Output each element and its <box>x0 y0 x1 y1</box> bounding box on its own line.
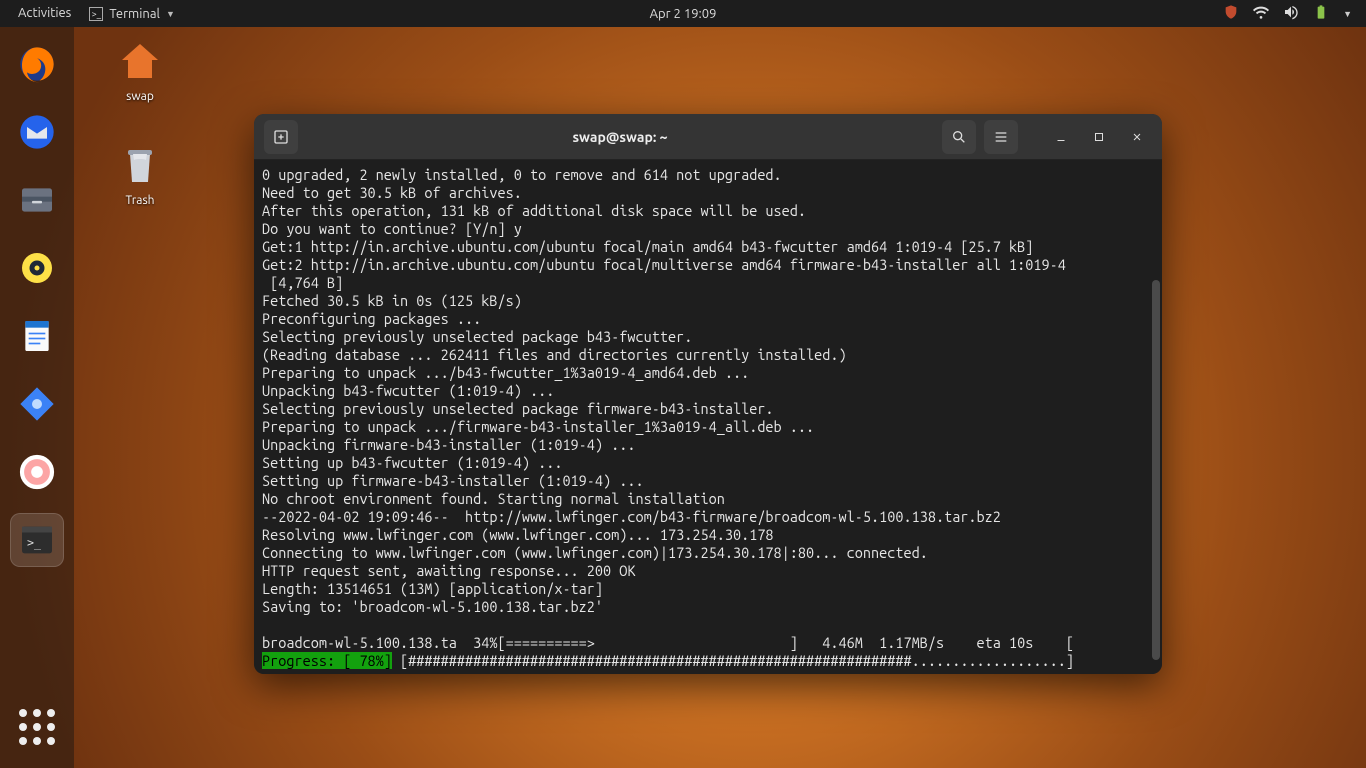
dock-files[interactable] <box>10 173 64 227</box>
minimize-button[interactable] <box>1046 120 1076 154</box>
volume-icon <box>1283 4 1299 23</box>
top-panel: Activities >_ Terminal ▼ Apr 2 19:09 ▼ <box>0 0 1366 27</box>
hamburger-menu-button[interactable] <box>984 120 1018 154</box>
search-icon <box>951 129 967 145</box>
plus-in-square-icon <box>273 129 289 145</box>
new-tab-button[interactable] <box>264 120 298 154</box>
dock-help[interactable] <box>10 445 64 499</box>
terminal-icon: >_ <box>89 7 103 21</box>
terminal-window: swap@swap: ~ 0 upgraded, 2 newly install… <box>254 114 1162 674</box>
close-button[interactable] <box>1122 120 1152 154</box>
wifi-icon <box>1253 4 1269 23</box>
terminal-output: 0 upgraded, 2 newly installed, 0 to remo… <box>262 166 1154 652</box>
terminal-body[interactable]: 0 upgraded, 2 newly installed, 0 to remo… <box>254 160 1162 674</box>
dock-rhythmbox[interactable] <box>10 241 64 295</box>
window-title: swap@swap: ~ <box>306 129 934 145</box>
menu-icon <box>993 129 1009 145</box>
app-menu[interactable]: >_ Terminal ▼ <box>79 7 185 21</box>
desktop-icon-label: swap <box>100 90 180 103</box>
dock-thunderbird[interactable] <box>10 105 64 159</box>
shield-icon <box>1223 4 1239 23</box>
svg-text:>_: >_ <box>27 536 42 550</box>
minimize-icon <box>1055 131 1067 143</box>
desktop-icon-trash[interactable]: Trash <box>100 142 180 207</box>
desktop-icon-label: Trash <box>100 194 180 207</box>
dock-writer[interactable] <box>10 309 64 363</box>
home-folder-icon <box>116 38 164 86</box>
scrollbar-thumb[interactable] <box>1152 280 1160 660</box>
apt-progress-label: Progress: [ 78%] <box>262 652 392 669</box>
apt-progress-bar: [#######################################… <box>392 652 1074 669</box>
battery-icon <box>1313 4 1329 23</box>
chevron-down-icon: ▼ <box>1343 9 1352 19</box>
dock-show-apps[interactable] <box>10 700 64 754</box>
trash-icon <box>116 142 164 190</box>
apps-grid-icon <box>19 709 55 745</box>
app-menu-label: Terminal <box>109 7 160 21</box>
close-icon <box>1131 131 1143 143</box>
maximize-button[interactable] <box>1084 120 1114 154</box>
activities-button[interactable]: Activities <box>10 0 79 27</box>
desktop-icon-swap[interactable]: swap <box>100 38 180 103</box>
system-status-area[interactable]: ▼ <box>1223 4 1366 23</box>
dock-terminal[interactable]: >_ <box>10 513 64 567</box>
dock-firefox[interactable] <box>10 37 64 91</box>
chevron-down-icon: ▼ <box>166 9 175 19</box>
maximize-icon <box>1093 131 1105 143</box>
search-button[interactable] <box>942 120 976 154</box>
clock[interactable]: Apr 2 19:09 <box>650 7 717 21</box>
terminal-titlebar[interactable]: swap@swap: ~ <box>254 114 1162 160</box>
dock-settings[interactable] <box>10 377 64 431</box>
dock: >_ <box>0 27 74 768</box>
